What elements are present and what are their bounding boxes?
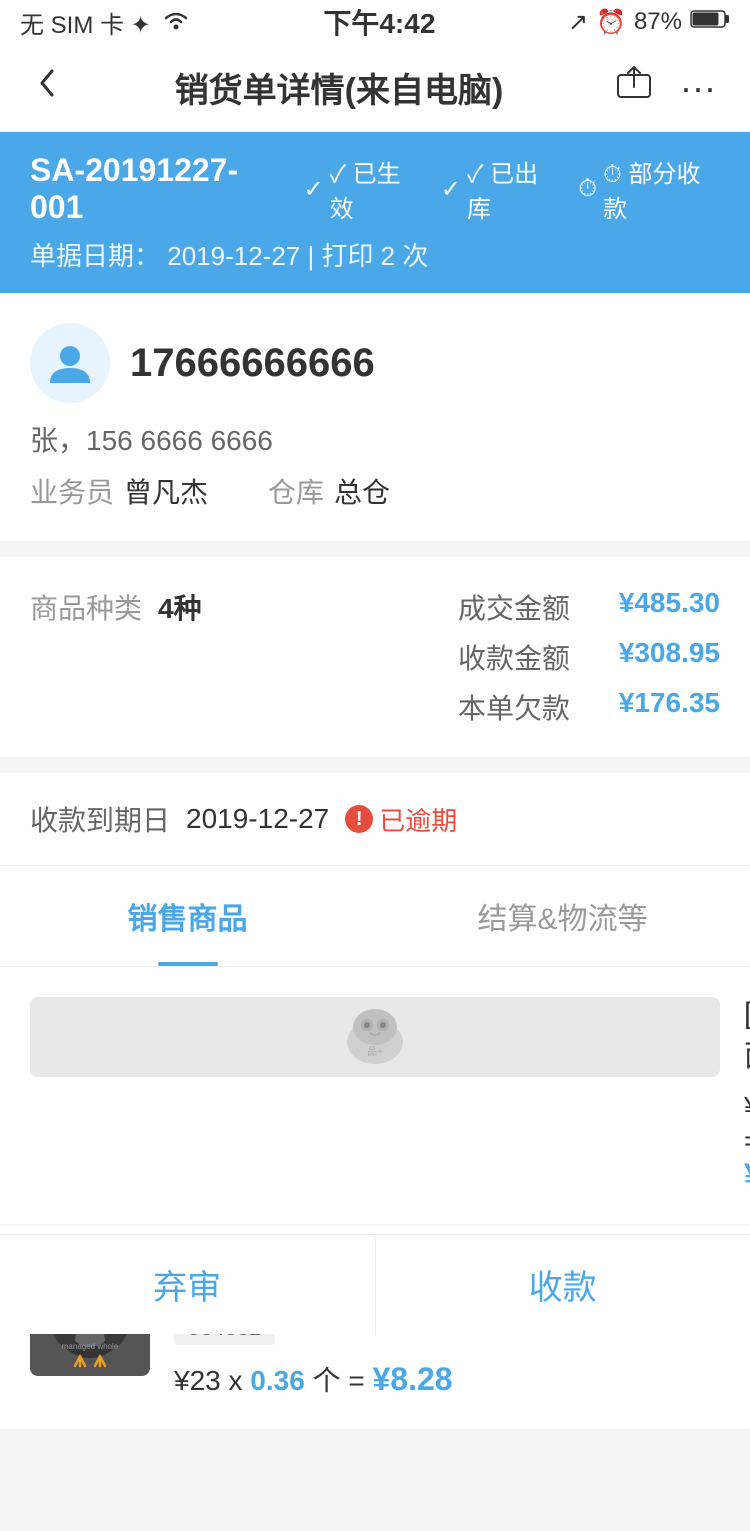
stats-left: 商品种类 4种 xyxy=(30,587,202,627)
warehouse-label: 仓库 xyxy=(268,471,324,511)
meta-sales: 业务员 曾凡杰 xyxy=(30,471,208,511)
avatar xyxy=(30,323,110,403)
stats-card: 商品种类 4种 成交金额 ¥485.30 收款金额 ¥308.95 本单欠款 ¥… xyxy=(0,557,750,757)
confirm-button[interactable]: 收款 xyxy=(376,1235,750,1334)
badge-activated: ✓ ✓ 已生效 xyxy=(303,154,420,224)
order-number: SA-20191227-001 xyxy=(30,152,283,226)
kind-label: 商品种类 xyxy=(30,587,142,627)
nav-actions: ··· xyxy=(612,61,720,114)
back-button[interactable] xyxy=(30,57,66,118)
tabs-container: 销售商品 结算&物流等 xyxy=(0,866,750,967)
alarm-icon: ⏰ xyxy=(596,8,626,37)
meta-warehouse: 仓库 总仓 xyxy=(268,471,390,511)
customer-phone: 17666666666 xyxy=(130,341,375,386)
price-base-1: ¥40 xyxy=(744,1091,750,1122)
customer-name: 张，156 6666 6666 xyxy=(30,419,720,459)
product-info-1: [0000002]面包 ¥40 x 5 袋 = ¥199.99 xyxy=(744,997,750,1194)
collected-label: 收款金额 xyxy=(458,637,570,677)
products-list: 品+ [0000002]面包 ¥40 x 5 袋 = ¥199.99 xyxy=(0,967,750,1429)
product-name-1: [0000002]面包 xyxy=(744,997,750,1075)
sales-value: 曾凡杰 xyxy=(124,471,208,511)
collected-row: 收款金额 ¥308.95 xyxy=(458,637,720,677)
sales-label: 业务员 xyxy=(30,471,114,511)
debt-row: 本单欠款 ¥176.35 xyxy=(458,687,720,727)
deal-label: 成交金额 xyxy=(458,587,570,627)
status-left: 无 SIM 卡 ✦ xyxy=(20,5,191,40)
check-icon-2: ✓ xyxy=(441,175,461,204)
kind-value: 4种 xyxy=(158,587,202,627)
customer-top: 17666666666 xyxy=(30,323,720,403)
overdue-icon: ! xyxy=(345,805,373,833)
date-label: 单据日期： xyxy=(30,241,160,271)
debt-value: ¥176.35 xyxy=(600,687,720,727)
status-time: 下午4:42 xyxy=(323,2,435,42)
tab-sales-label: 销售商品 xyxy=(128,903,248,936)
check-icon-1: ✓ xyxy=(303,175,323,204)
customer-meta: 业务员 曾凡杰 仓库 总仓 xyxy=(30,471,720,511)
wifi-icon xyxy=(161,8,191,37)
badge-partial: ⏱ ⏱ 部分收款 xyxy=(578,154,720,224)
order-date-row: 单据日期： 2019-12-27 | 打印 2 次 xyxy=(30,236,720,273)
overdue-text: 已逾期 xyxy=(379,801,457,838)
tab-sales[interactable]: 销售商品 xyxy=(0,866,375,966)
total-2: ¥8.28 xyxy=(373,1361,453,1397)
location-icon: ↗ xyxy=(568,8,588,37)
total-1: ¥199.99 xyxy=(744,1157,750,1193)
more-button[interactable]: ··· xyxy=(676,63,720,113)
overdue-badge: ! 已逾期 xyxy=(345,801,457,838)
customer-card: 17666666666 张，156 6666 6666 业务员 曾凡杰 仓库 总… xyxy=(0,293,750,541)
collected-value: ¥308.95 xyxy=(600,637,720,677)
svg-text:managed whole: managed whole xyxy=(62,1342,119,1351)
clock-icon: ⏱ xyxy=(578,175,597,203)
bottom-bar: 弃审 收款 xyxy=(0,1234,750,1334)
cancel-button[interactable]: 弃审 xyxy=(0,1235,376,1334)
product-price-2: ¥23 x 0.36 个 = ¥8.28 xyxy=(174,1359,720,1399)
tab-settle[interactable]: 结算&物流等 xyxy=(375,866,750,966)
product-price-1: ¥40 x 5 袋 = ¥199.99 xyxy=(744,1085,750,1194)
share-button[interactable] xyxy=(612,61,656,114)
due-date-row: 收款到期日 2019-12-27 ! 已逾期 xyxy=(0,773,750,866)
unit-2: 个 xyxy=(313,1365,341,1396)
qty-2: 0.36 xyxy=(250,1365,305,1396)
deal-row: 成交金额 ¥485.30 xyxy=(458,587,720,627)
nav-bar: 销货单详情(来自电脑) ··· xyxy=(0,44,750,132)
svg-text:品+: 品+ xyxy=(367,1046,383,1058)
price-base-2: ¥23 xyxy=(174,1365,221,1396)
status-bar: 无 SIM 卡 ✦ 下午4:42 ↗ ⏰ 87% xyxy=(0,0,750,44)
warehouse-value: 总仓 xyxy=(334,471,390,511)
order-header: SA-20191227-001 ✓ ✓ 已生效 ✓ ✓ 已出库 ⏱ ⏱ 部分收款… xyxy=(0,132,750,293)
stats-right: 成交金额 ¥485.30 收款金额 ¥308.95 本单欠款 ¥176.35 xyxy=(458,587,720,727)
deal-value: ¥485.30 xyxy=(600,587,720,627)
print-info: | 打印 2 次 xyxy=(307,241,428,271)
date-value: 2019-12-27 xyxy=(167,241,300,271)
due-date-value: 2019-12-27 xyxy=(186,803,329,835)
battery-icon xyxy=(690,8,730,36)
battery-text: 87% xyxy=(634,8,682,36)
badge-shipped: ✓ ✓ 已出库 xyxy=(441,154,558,224)
sim-status: 无 SIM 卡 ✦ xyxy=(20,5,151,40)
product-image-1: 品+ xyxy=(30,997,720,1077)
page-title: 销货单详情(来自电脑) xyxy=(175,63,504,112)
list-item: 品+ [0000002]面包 ¥40 x 5 袋 = ¥199.99 xyxy=(0,967,750,1224)
order-header-top: SA-20191227-001 ✓ ✓ 已生效 ✓ ✓ 已出库 ⏱ ⏱ 部分收款 xyxy=(30,152,720,226)
debt-label: 本单欠款 xyxy=(458,687,570,727)
due-label: 收款到期日 xyxy=(30,799,170,839)
tab-settle-label: 结算&物流等 xyxy=(477,903,647,936)
status-right: ↗ ⏰ 87% xyxy=(568,8,730,37)
